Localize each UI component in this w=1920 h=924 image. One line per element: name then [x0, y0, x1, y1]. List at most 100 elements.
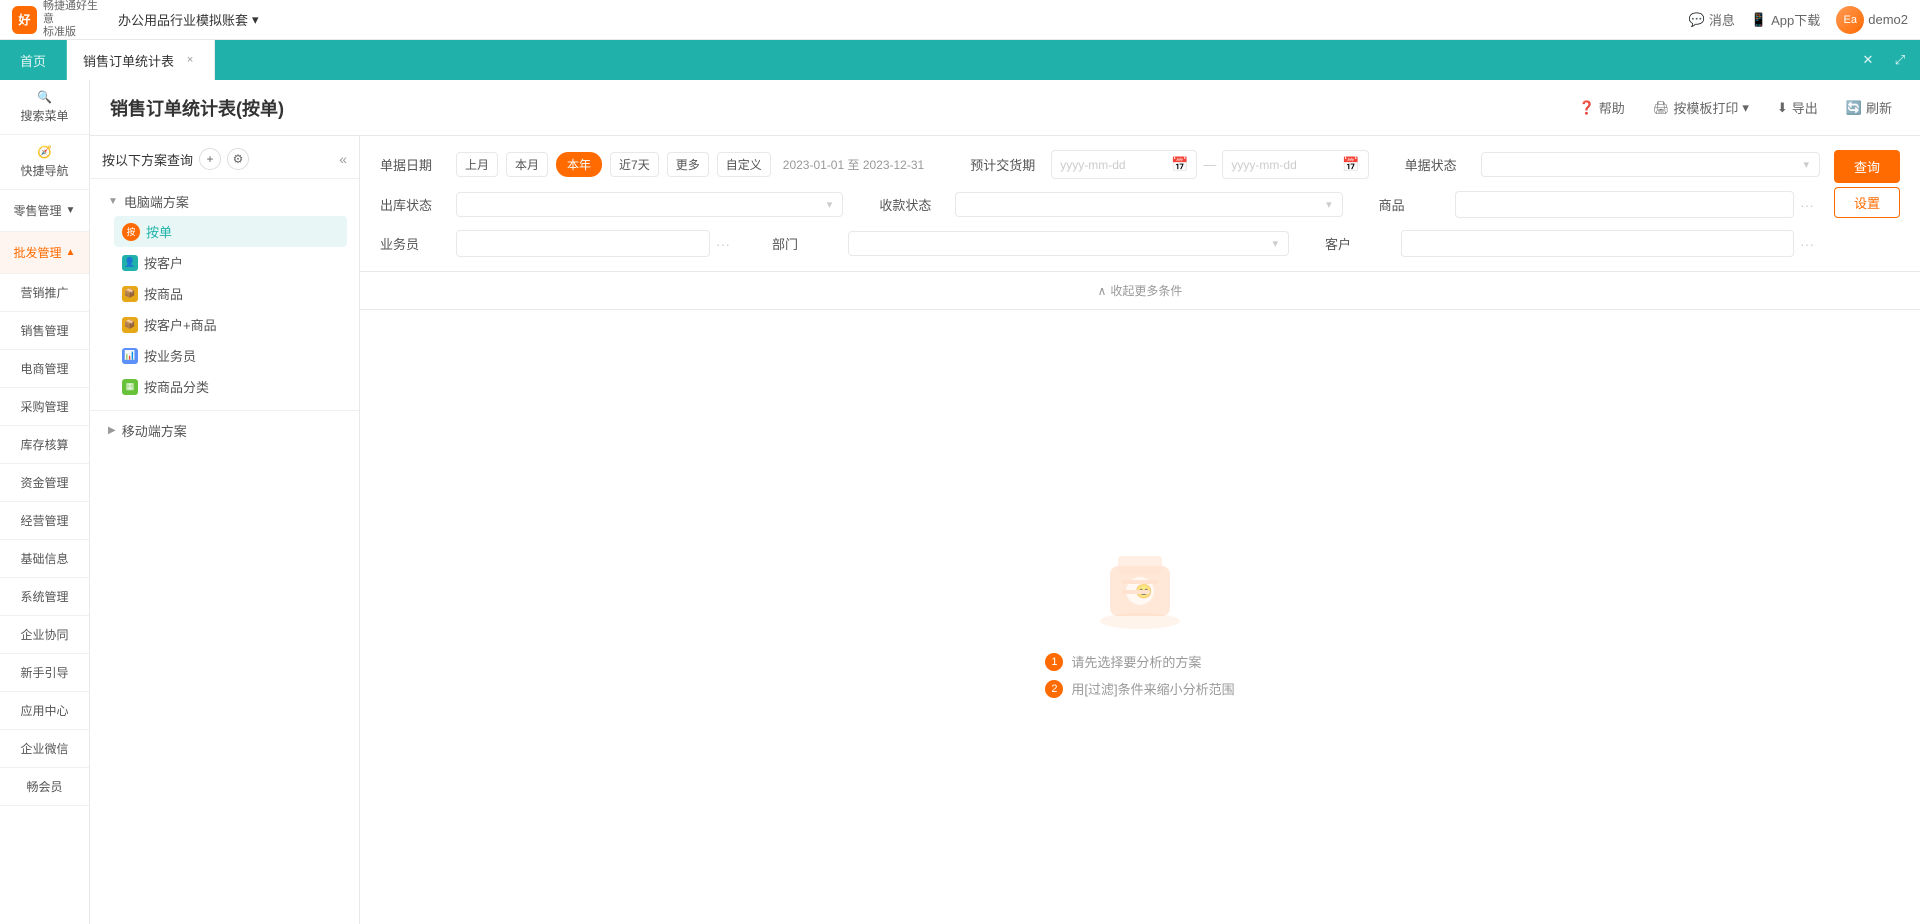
tab-close-window-btn[interactable]: ✕ [1856, 48, 1880, 72]
filter-row-date: 单据日期 上月 本月 本年 近7天 更多 自定义 2023-01-01 至 20… [380, 150, 1820, 179]
sidebar-item-app-center[interactable]: 应用中心 [0, 692, 89, 730]
tree-parent-pc[interactable]: ▼ 电脑端方案 [102, 187, 347, 216]
top-bar: 好 畅捷通好生意 标准版 办公用品行业模拟账套 ▾ 💬 消息 📱 App下载 E… [0, 0, 1920, 40]
tree-item-按商品分类[interactable]: ▦ 按商品分类 [114, 371, 347, 402]
logo-area: 好 畅捷通好生意 标准版 [12, 0, 102, 39]
按商品分类-icon: ▦ [122, 379, 138, 395]
date-btn-this-year[interactable]: 本年 [556, 152, 602, 177]
empty-tip-2: 2 用[过滤]条件来缩小分析范围 [1045, 679, 1234, 698]
customer-input[interactable] [1401, 230, 1794, 257]
sidebar-item-wholesale[interactable]: 批发管理 ▲ [0, 232, 89, 274]
expected-date-to[interactable]: 📅 [1222, 150, 1368, 179]
sidebar-item-search[interactable]: 🔍 搜索菜单 [0, 80, 89, 135]
sidebar-item-purchase[interactable]: 采购管理 [0, 388, 89, 426]
tree-item-按业务员[interactable]: 📊 按业务员 [114, 340, 347, 371]
status-select[interactable]: ▾ [1481, 152, 1820, 177]
tab-restore-btn[interactable]: ⤢ [1888, 48, 1912, 72]
app-download-btn[interactable]: 📱 App下载 [1751, 10, 1820, 29]
collapse-more-btn[interactable]: ∧ 收起更多条件 [360, 272, 1920, 310]
sidebar-item-ecommerce[interactable]: 电商管理 [0, 350, 89, 388]
customer-text-input[interactable] [1412, 236, 1783, 251]
customer-ellipsis-btn[interactable]: ··· [1794, 236, 1820, 252]
outbound-chev-icon: ▾ [827, 198, 833, 211]
triangle-down-icon: ▼ [108, 196, 118, 207]
sidebar-item-basic[interactable]: 基础信息 [0, 540, 89, 578]
template-print-btn[interactable]: 🖨 按模板打印 ▾ [1645, 94, 1757, 121]
salesperson-input[interactable] [456, 230, 710, 257]
date-btn-this-month[interactable]: 本月 [506, 152, 548, 177]
tab-home[interactable]: 首页 [0, 40, 67, 80]
goods-text-input[interactable] [1466, 197, 1783, 212]
sidebar-item-quick-nav[interactable]: 🧭 快捷导航 [0, 135, 89, 190]
filter-settings-btn[interactable]: 设置 [1834, 187, 1900, 218]
message-icon: 💬 [1689, 12, 1705, 28]
tree-item-按商品[interactable]: 📦 按商品 [114, 278, 347, 309]
expected-date-to-input[interactable] [1231, 158, 1338, 172]
按客户商品-icon: 📦 [122, 317, 138, 333]
sidebar-item-system[interactable]: 系统管理 [0, 578, 89, 616]
collapse-chevron-icon: ∧ [1098, 284, 1107, 298]
date-buttons-group: 上月 本月 本年 近7天 更多 自定义 2023-01-01 至 2023-12… [456, 152, 924, 177]
tree-parent-mobile[interactable]: ▶ 移动端方案 [102, 415, 347, 446]
sidebar-item-sales[interactable]: 销售管理 [0, 312, 89, 350]
filter-row-3: 业务员 ··· 部门 ▾ 客户 [380, 230, 1820, 257]
salesperson-text-input[interactable] [467, 236, 699, 251]
empty-state: 😊 1 请先选择要分析的方案 2 用[过滤]条件来缩小分析范围 [360, 310, 1920, 924]
date-btn-custom[interactable]: 自定义 [717, 152, 771, 177]
download-icon: 📱 [1751, 12, 1767, 28]
按业务员-icon: 📊 [122, 348, 138, 364]
sidebar-item-enterprise[interactable]: 企业协同 [0, 616, 89, 654]
outbound-select[interactable]: ▾ [456, 192, 843, 217]
sidebar-item-marketing[interactable]: 营销推广 [0, 274, 89, 312]
sidebar-item-newbie[interactable]: 新手引导 [0, 654, 89, 692]
sidebar-item-wechat[interactable]: 企业微信 [0, 730, 89, 768]
customer-input-wrap: ··· [1401, 230, 1820, 257]
calendar-from-icon[interactable]: 📅 [1171, 156, 1188, 173]
collapse-panel-btn[interactable]: « [339, 151, 347, 167]
sidebar-item-inventory[interactable]: 库存核算 [0, 426, 89, 464]
status-chev-icon: ▾ [1803, 158, 1809, 171]
date-btn-last-month[interactable]: 上月 [456, 152, 498, 177]
payment-chev-icon: ▾ [1326, 198, 1332, 211]
sidebar-item-member[interactable]: 畅会员 [0, 768, 89, 806]
help-icon: ❓ [1579, 100, 1595, 116]
search-icon: 🔍 [37, 90, 52, 104]
refresh-btn[interactable]: 🔄 刷新 [1838, 94, 1900, 121]
user-avatar-area[interactable]: Ea demo2 [1836, 6, 1908, 34]
export-btn[interactable]: ⬇ 导出 [1769, 94, 1826, 121]
dept-select[interactable]: ▾ [848, 231, 1289, 256]
tree-item-按客户[interactable]: 👤 按客户 [114, 247, 347, 278]
date-btn-7days[interactable]: 近7天 [610, 152, 659, 177]
calendar-to-icon[interactable]: 📅 [1342, 156, 1359, 173]
tab-sales-order-statistics[interactable]: 销售订单统计表 × [67, 40, 215, 80]
account-dropdown[interactable]: 办公用品行业模拟账套 ▾ [110, 6, 267, 33]
sidebar-item-retail[interactable]: 零售管理 ▼ [0, 190, 89, 232]
salesperson-ellipsis-btn[interactable]: ··· [710, 236, 736, 252]
tree-item-按客户商品[interactable]: 📦 按客户+商品 [114, 309, 347, 340]
date-btn-more[interactable]: 更多 [667, 152, 709, 177]
settings-scheme-btn[interactable]: ⚙ [227, 148, 249, 170]
outbound-label: 出库状态 [380, 195, 440, 214]
tree-item-按单[interactable]: 按 按单 [114, 216, 347, 247]
status-label: 单据状态 [1405, 155, 1465, 174]
expected-date-from[interactable]: 📅 [1051, 150, 1197, 179]
按客户-icon: 👤 [122, 255, 138, 271]
page-header-actions: ❓ 帮助 🖨 按模板打印 ▾ ⬇ 导出 🔄 刷新 [1571, 94, 1900, 135]
help-btn[interactable]: ❓ 帮助 [1571, 94, 1633, 121]
sidebar-item-finance[interactable]: 资金管理 [0, 464, 89, 502]
date-range-text: 2023-01-01 至 2023-12-31 [783, 156, 924, 173]
tab-close-btn[interactable]: × [182, 52, 198, 68]
sidebar-item-operations[interactable]: 经营管理 [0, 502, 89, 540]
export-icon: ⬇ [1777, 100, 1788, 116]
salesperson-label: 业务员 [380, 234, 440, 253]
message-btn[interactable]: 💬 消息 [1689, 10, 1735, 29]
add-scheme-btn[interactable]: + [199, 148, 221, 170]
triangle-right-icon: ▶ [108, 425, 116, 436]
goods-ellipsis-btn[interactable]: ··· [1794, 197, 1820, 213]
date-label: 单据日期 [380, 155, 440, 174]
goods-input[interactable] [1455, 191, 1794, 218]
expected-date-range: 📅 — 📅 [1051, 150, 1368, 179]
payment-select[interactable]: ▾ [955, 192, 1342, 217]
expected-date-from-input[interactable] [1060, 158, 1167, 172]
query-btn[interactable]: 查询 [1834, 150, 1900, 183]
